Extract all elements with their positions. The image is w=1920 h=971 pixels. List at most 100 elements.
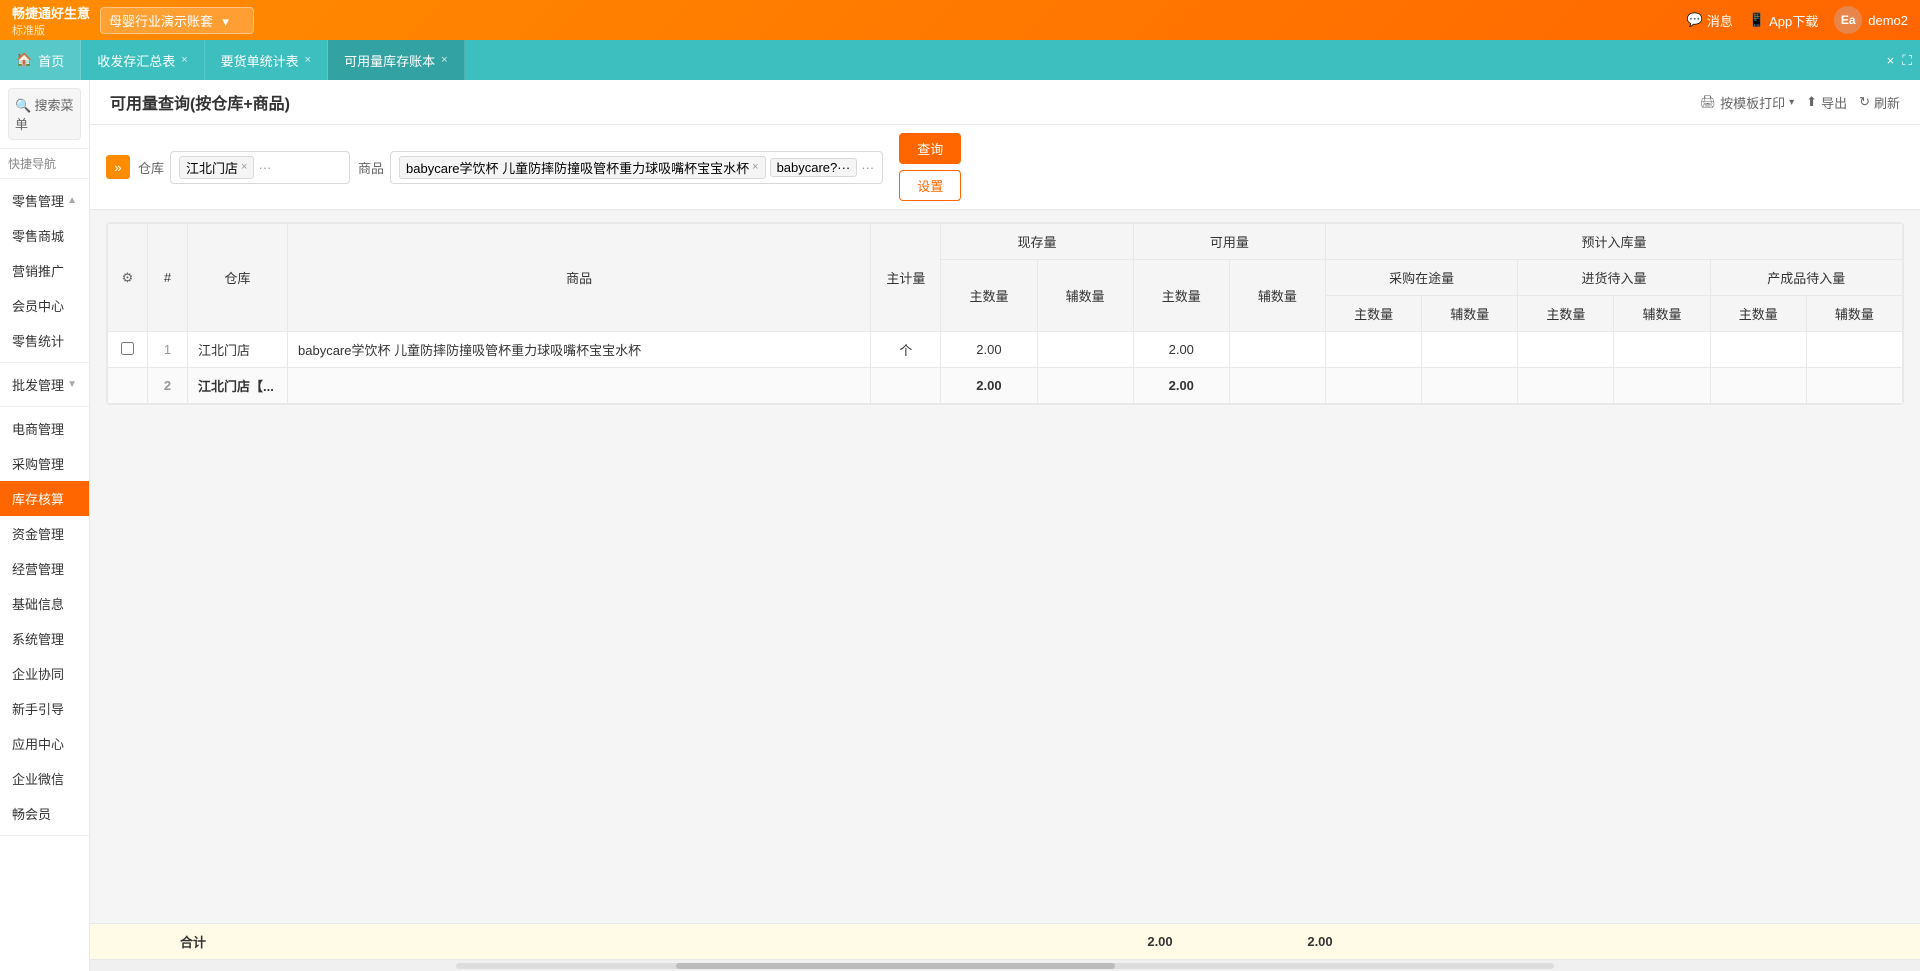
th-current-aux: 辅数量 (1037, 260, 1133, 332)
template-print-btn[interactable]: 🖨 按模板打印 ▾ (1700, 93, 1795, 112)
th-current-main: 主数量 (941, 260, 1037, 332)
sidebar-section-wholesale: 批发管理 ▼ (0, 363, 89, 407)
page-header: 可用量查询(按仓库+商品) 🖨 按模板打印 ▾ ⬆ 导出 ↻ 刷新 (90, 80, 1920, 125)
sidebar-quick-nav[interactable]: 快捷导航 (0, 149, 89, 179)
th-product-pending-group: 产成品待入量 (1710, 260, 1902, 296)
sidebar-item-operations[interactable]: 经营管理 (0, 551, 89, 586)
app-download-btn[interactable]: 📱 App下载 (1749, 11, 1818, 30)
sidebar-item-inventory[interactable]: 库存核算 (0, 481, 89, 516)
remove-goods-tag-1[interactable]: × (752, 161, 758, 173)
warehouse-input[interactable]: 江北门店 × ··· (170, 151, 350, 184)
row-1-prod-pend-aux (1806, 332, 1902, 368)
tab-close-receive-summary[interactable]: × (181, 54, 187, 66)
footer-current-aux (1200, 924, 1280, 959)
th-settings[interactable]: ⚙ (108, 224, 148, 332)
row-1-avail-aux (1229, 332, 1325, 368)
sidebar-item-purchase[interactable]: 采购管理 (0, 446, 89, 481)
sidebar-item-system[interactable]: 系统管理 (0, 621, 89, 656)
th-available-aux: 辅数量 (1229, 260, 1325, 332)
sidebar-item-wechat[interactable]: 企业微信 (0, 761, 89, 796)
row-1-check[interactable] (108, 332, 148, 368)
sidebar-item-member[interactable]: 会员中心 (0, 288, 89, 323)
row-1-checkbox[interactable] (121, 342, 134, 355)
th-product-pending-main: 主数量 (1710, 296, 1806, 332)
sidebar-item-marketing[interactable]: 营销推广 (0, 253, 89, 288)
sidebar-item-enterprise[interactable]: 企业协同 (0, 656, 89, 691)
sidebar-item-retail-stats[interactable]: 零售统计 (0, 323, 89, 358)
goods-tag-1: babycare学饮杯 儿童防摔防撞吸管杯重力球吸嘴杯宝宝水杯 × (399, 156, 766, 179)
row-2-num: 2 (148, 368, 188, 404)
scrollbar-track (456, 963, 1554, 969)
chevron-down-icon: ▾ (222, 14, 229, 29)
tab-receive-summary[interactable]: 收发存汇总表 × (81, 40, 204, 80)
row-2-check[interactable] (108, 368, 148, 404)
footer-empty-unit (1050, 924, 1120, 959)
th-product-pending-aux: 辅数量 (1806, 296, 1902, 332)
expand-btn[interactable]: » (106, 155, 130, 179)
remove-warehouse-tag[interactable]: × (241, 161, 247, 173)
th-warehouse: 仓库 (188, 224, 288, 332)
query-btn[interactable]: 查询 (899, 133, 961, 164)
row-1-avail-main: 2.00 (1133, 332, 1229, 368)
sidebar-item-ecommerce[interactable]: 电商管理 (0, 411, 89, 446)
tab-order-stats[interactable]: 要货单统计表 × (205, 40, 328, 80)
sidebar-search-area: 🔍 搜索菜单 (0, 80, 89, 149)
goods-filter-group: 商品 babycare学饮杯 儿童防摔防撞吸管杯重力球吸嘴杯宝宝水杯 × bab… (358, 151, 883, 184)
user-menu[interactable]: Ea demo2 (1834, 6, 1908, 34)
table-row: 1 江北门店 babycare学饮杯 儿童防摔防撞吸管杯重力球吸嘴杯宝宝水杯 个… (108, 332, 1903, 368)
sidebar-item-newbie[interactable]: 新手引导 (0, 691, 89, 726)
th-available-main: 主数量 (1133, 260, 1229, 332)
sidebar-item-vip[interactable]: 畅会员 (0, 796, 89, 831)
scrollbar-thumb[interactable] (676, 963, 1115, 969)
row-2-prod-pend-aux (1806, 368, 1902, 404)
message-btn[interactable]: 💬 消息 (1687, 11, 1733, 30)
th-purchase-transit-main: 主数量 (1326, 296, 1422, 332)
row-1-unit: 个 (871, 332, 941, 368)
goods-input[interactable]: babycare学饮杯 儿童防摔防撞吸管杯重力球吸嘴杯宝宝水杯 × babyca… (390, 151, 883, 184)
sidebar-item-online-shop[interactable]: 零售商城 (0, 218, 89, 253)
row-1-warehouse: 江北门店 (188, 332, 288, 368)
search-menu-btn[interactable]: 🔍 搜索菜单 (8, 88, 81, 140)
tab-available-stock[interactable]: 可用量库存账本 × (328, 40, 464, 80)
filter-bar: » 仓库 江北门店 × ··· 商品 babycare学饮杯 儿童防摔防撞吸管杯… (90, 125, 1920, 210)
sidebar-item-finance[interactable]: 资金管理 (0, 516, 89, 551)
table-wrapper: ⚙ # 仓库 商品 主计量 现存量 可用量 预计入库量 主数量 辅 (106, 222, 1904, 405)
settings-icon: ⚙ (122, 270, 134, 285)
row-2-avail-main: 2.00 (1133, 368, 1229, 404)
printer-icon: 🖨 (1700, 94, 1717, 110)
tab-close-available-stock[interactable]: × (441, 54, 447, 66)
fullscreen-icon[interactable]: ⛶ (1902, 52, 1912, 69)
close-all-tabs-icon[interactable]: × (1887, 53, 1895, 68)
sidebar: 🔍 搜索菜单 快捷导航 零售管理 ▲ 零售商城 营销推广 会员中心 零售统计 (0, 80, 90, 971)
export-btn[interactable]: ⬆ 导出 (1806, 93, 1847, 112)
footer-prod-pend-main (1760, 924, 1840, 959)
footer-inc-pend-main (1600, 924, 1680, 959)
footer-empty-goods (270, 924, 1050, 959)
th-main-unit: 主计量 (871, 224, 941, 332)
industry-selector[interactable]: 母婴行业演示账套 ▾ (100, 7, 254, 34)
chevron-icon: ▲ (67, 195, 77, 206)
th-incoming-pending-aux: 辅数量 (1614, 296, 1710, 332)
tab-home[interactable]: 🏠 首页 (0, 40, 81, 80)
main-table: ⚙ # 仓库 商品 主计量 现存量 可用量 预计入库量 主数量 辅 (107, 223, 1903, 404)
page-actions: 🖨 按模板打印 ▾ ⬆ 导出 ↻ 刷新 (1700, 93, 1900, 112)
sidebar-item-zero-sales[interactable]: 零售管理 ▲ (0, 183, 89, 218)
row-1-pur-tran-main (1326, 332, 1422, 368)
sidebar-item-wholesale[interactable]: 批发管理 ▼ (0, 367, 89, 402)
goods-more-icon[interactable]: ··· (861, 160, 874, 175)
horizontal-scrollbar[interactable] (90, 959, 1920, 971)
warehouse-more-icon[interactable]: ··· (258, 160, 271, 175)
sidebar-item-app-center[interactable]: 应用中心 (0, 726, 89, 761)
th-incoming-pending-group: 进货待入量 (1518, 260, 1710, 296)
settings-btn[interactable]: 设置 (899, 170, 961, 201)
refresh-btn[interactable]: ↻ 刷新 (1859, 93, 1900, 112)
footer-inc-pend-aux (1680, 924, 1760, 959)
tab-close-order-stats[interactable]: × (305, 54, 311, 66)
dropdown-icon: ▾ (1789, 97, 1794, 108)
chevron-right-icon: » (114, 160, 121, 175)
table-area: ⚙ # 仓库 商品 主计量 现存量 可用量 预计入库量 主数量 辅 (90, 210, 1920, 923)
th-purchase-in-transit-group: 采购在途量 (1326, 260, 1518, 296)
th-num: # (148, 224, 188, 332)
sidebar-item-basic-info[interactable]: 基础信息 (0, 586, 89, 621)
main-layout: 🔍 搜索菜单 快捷导航 零售管理 ▲ 零售商城 营销推广 会员中心 零售统计 (0, 80, 1920, 971)
